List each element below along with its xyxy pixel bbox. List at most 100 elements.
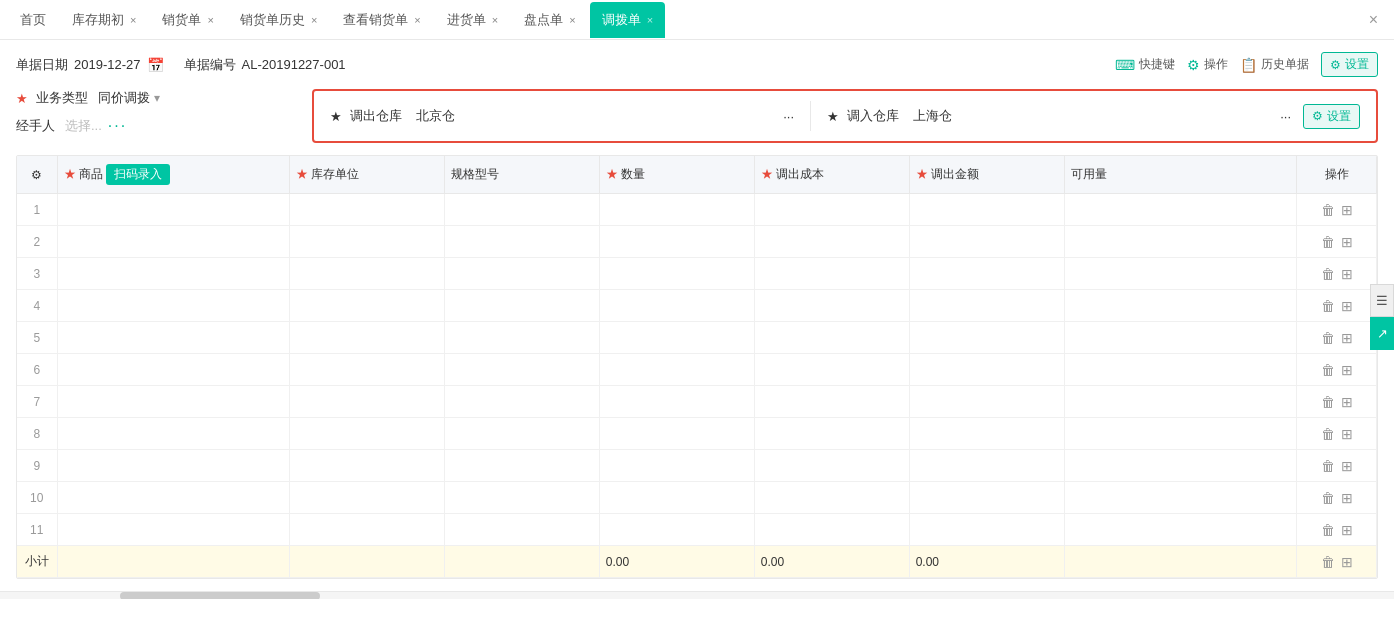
row-available[interactable]	[1064, 226, 1296, 258]
row-product[interactable]	[57, 290, 289, 322]
tab-sales-history[interactable]: 销货单历史 ×	[228, 2, 329, 38]
transfer-out-more-btn[interactable]: ···	[783, 109, 794, 124]
row-available[interactable]	[1064, 354, 1296, 386]
copy-row-icon[interactable]: ⊞	[1341, 426, 1353, 442]
tab-sales-order-close[interactable]: ×	[207, 14, 213, 26]
row-spec[interactable]	[444, 418, 599, 450]
tab-purchase-order-close[interactable]: ×	[492, 14, 498, 26]
delete-row-icon[interactable]: 🗑	[1321, 458, 1335, 474]
row-available[interactable]	[1064, 322, 1296, 354]
row-amount[interactable]	[909, 258, 1064, 290]
row-unit[interactable]	[289, 258, 444, 290]
row-cost[interactable]	[754, 450, 909, 482]
row-available[interactable]	[1064, 290, 1296, 322]
row-cost[interactable]	[754, 258, 909, 290]
row-available[interactable]	[1064, 450, 1296, 482]
row-amount[interactable]	[909, 386, 1064, 418]
row-cost[interactable]	[754, 226, 909, 258]
delete-row-icon[interactable]: 🗑	[1321, 298, 1335, 314]
row-product[interactable]	[57, 194, 289, 226]
operation-btn[interactable]: ⚙ 操作	[1187, 56, 1228, 73]
row-amount[interactable]	[909, 514, 1064, 546]
row-cost[interactable]	[754, 322, 909, 354]
subtotal-copy-icon[interactable]: ⊞	[1341, 554, 1353, 570]
row-qty[interactable]	[599, 450, 754, 482]
row-unit[interactable]	[289, 482, 444, 514]
transfer-in-more-btn[interactable]: ···	[1280, 109, 1291, 124]
row-spec[interactable]	[444, 514, 599, 546]
row-qty[interactable]	[599, 258, 754, 290]
row-cost[interactable]	[754, 418, 909, 450]
subtotal-delete-icon[interactable]: 🗑	[1321, 554, 1335, 570]
handler-placeholder[interactable]: 选择...	[65, 117, 102, 135]
copy-row-icon[interactable]: ⊞	[1341, 234, 1353, 250]
row-unit[interactable]	[289, 290, 444, 322]
row-product[interactable]	[57, 450, 289, 482]
row-spec[interactable]	[444, 226, 599, 258]
copy-row-icon[interactable]: ⊞	[1341, 490, 1353, 506]
calendar-icon[interactable]: 📅	[147, 57, 164, 73]
row-qty[interactable]	[599, 194, 754, 226]
scan-entry-btn[interactable]: 扫码录入	[106, 164, 170, 185]
row-available[interactable]	[1064, 386, 1296, 418]
row-amount[interactable]	[909, 482, 1064, 514]
copy-row-icon[interactable]: ⊞	[1341, 266, 1353, 282]
row-cost[interactable]	[754, 290, 909, 322]
row-qty[interactable]	[599, 290, 754, 322]
right-float-export-btn[interactable]: ↗	[1370, 317, 1394, 350]
copy-row-icon[interactable]: ⊞	[1341, 330, 1353, 346]
row-unit[interactable]	[289, 514, 444, 546]
row-amount[interactable]	[909, 354, 1064, 386]
row-unit[interactable]	[289, 194, 444, 226]
row-amount[interactable]	[909, 450, 1064, 482]
delete-row-icon[interactable]: 🗑	[1321, 234, 1335, 250]
row-spec[interactable]	[444, 354, 599, 386]
row-unit[interactable]	[289, 354, 444, 386]
row-product[interactable]	[57, 386, 289, 418]
row-available[interactable]	[1064, 194, 1296, 226]
delete-row-icon[interactable]: 🗑	[1321, 490, 1335, 506]
row-qty[interactable]	[599, 418, 754, 450]
row-spec[interactable]	[444, 386, 599, 418]
row-available[interactable]	[1064, 514, 1296, 546]
row-product[interactable]	[57, 482, 289, 514]
row-unit[interactable]	[289, 418, 444, 450]
row-unit[interactable]	[289, 226, 444, 258]
row-available[interactable]	[1064, 482, 1296, 514]
row-amount[interactable]	[909, 226, 1064, 258]
row-product[interactable]	[57, 322, 289, 354]
history-btn[interactable]: 📋 历史单据	[1240, 56, 1309, 73]
handler-more-btn[interactable]: ···	[108, 117, 127, 135]
row-spec[interactable]	[444, 194, 599, 226]
row-cost[interactable]	[754, 482, 909, 514]
th-settings[interactable]: ⚙	[17, 156, 57, 194]
tab-view-sales-close[interactable]: ×	[414, 14, 420, 26]
copy-row-icon[interactable]: ⊞	[1341, 298, 1353, 314]
row-amount[interactable]	[909, 290, 1064, 322]
close-all-tabs[interactable]: ×	[1361, 11, 1386, 29]
row-product[interactable]	[57, 418, 289, 450]
right-float-list-btn[interactable]: ☰	[1370, 284, 1394, 317]
delete-row-icon[interactable]: 🗑	[1321, 202, 1335, 218]
row-unit[interactable]	[289, 450, 444, 482]
row-spec[interactable]	[444, 290, 599, 322]
tab-purchase-order[interactable]: 进货单 ×	[435, 2, 510, 38]
row-product[interactable]	[57, 226, 289, 258]
delete-row-icon[interactable]: 🗑	[1321, 522, 1335, 538]
copy-row-icon[interactable]: ⊞	[1341, 202, 1353, 218]
delete-row-icon[interactable]: 🗑	[1321, 330, 1335, 346]
tab-view-sales[interactable]: 查看销货单 ×	[331, 2, 432, 38]
row-cost[interactable]	[754, 354, 909, 386]
tab-transfer-close[interactable]: ×	[647, 14, 653, 26]
delete-row-icon[interactable]: 🗑	[1321, 394, 1335, 410]
row-spec[interactable]	[444, 322, 599, 354]
row-unit[interactable]	[289, 386, 444, 418]
row-available[interactable]	[1064, 258, 1296, 290]
row-qty[interactable]	[599, 514, 754, 546]
tab-sales-order[interactable]: 销货单 ×	[150, 2, 225, 38]
row-cost[interactable]	[754, 514, 909, 546]
row-cost[interactable]	[754, 386, 909, 418]
warehouse-settings-btn[interactable]: ⚙ 设置	[1303, 104, 1360, 129]
row-unit[interactable]	[289, 322, 444, 354]
business-type-dropdown-icon[interactable]: ▾	[154, 91, 160, 105]
